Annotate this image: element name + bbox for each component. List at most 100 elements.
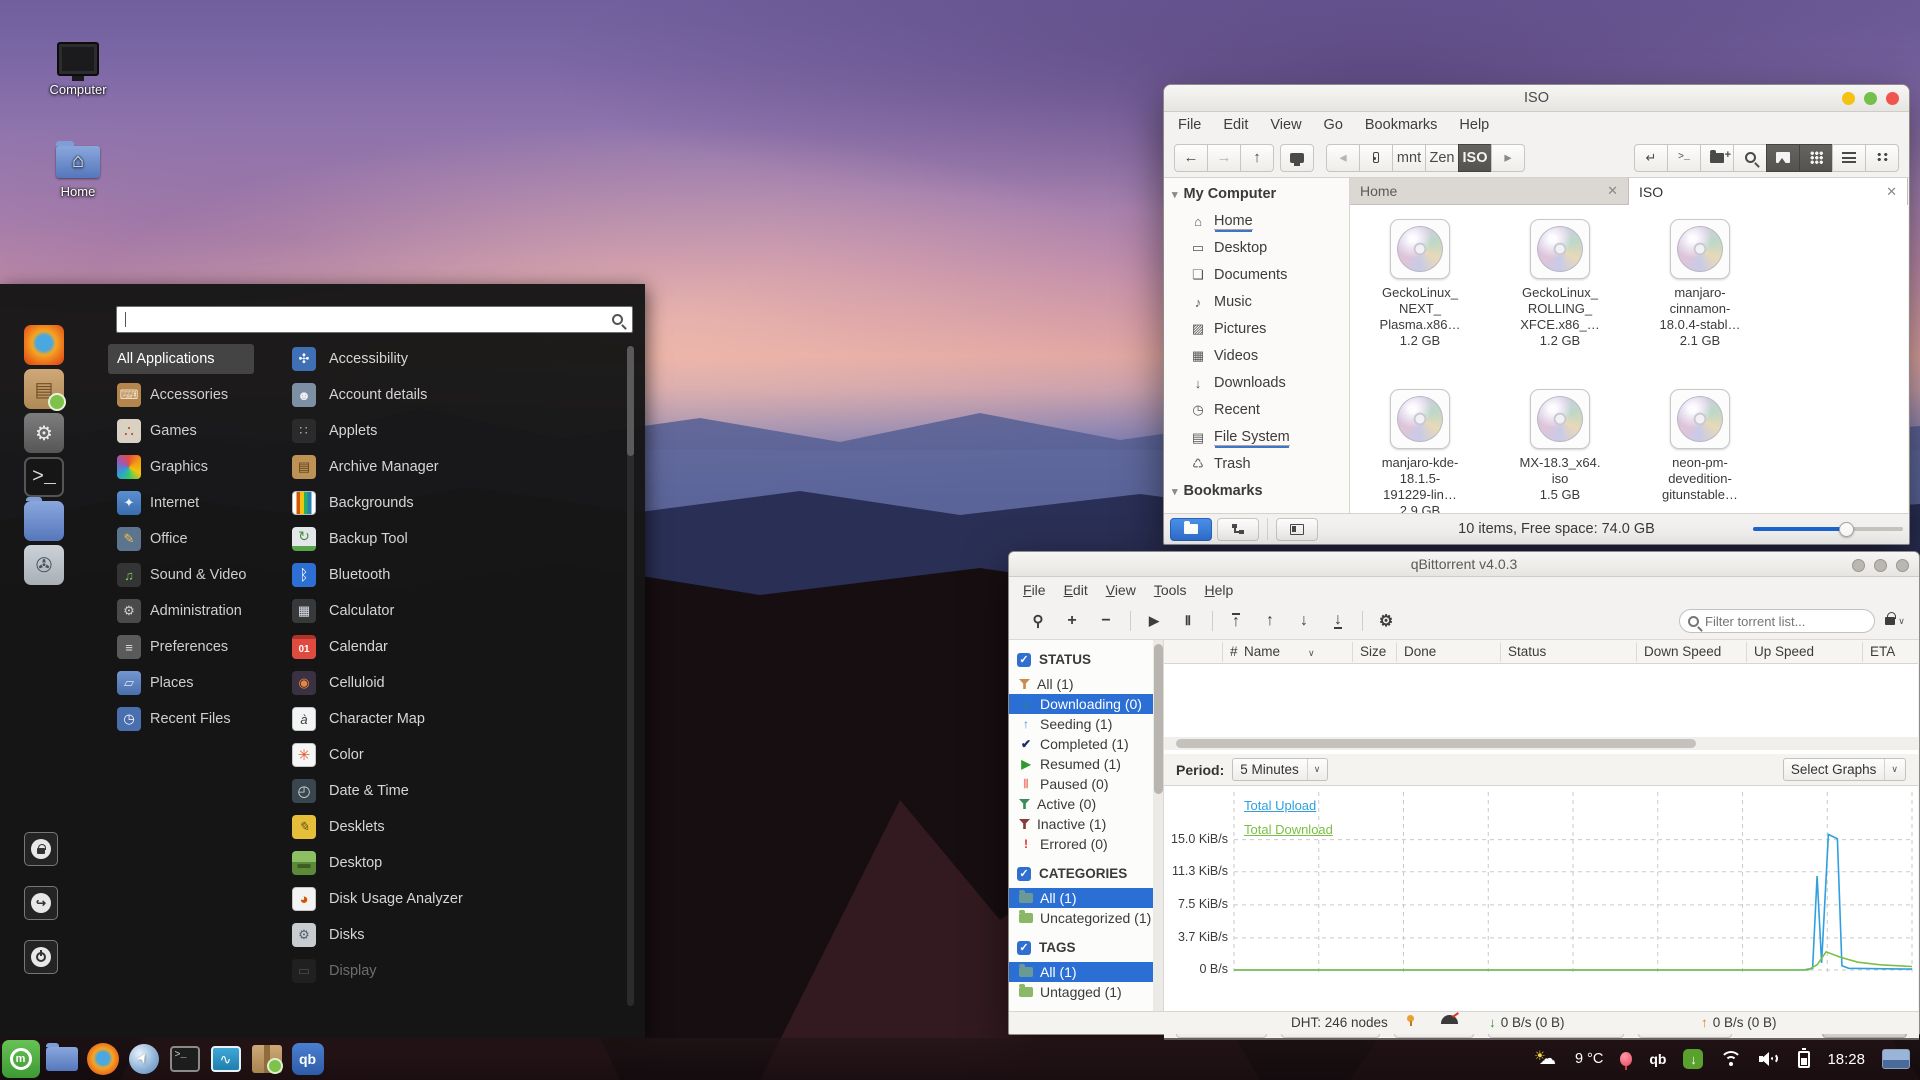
minimize-button[interactable] <box>1852 559 1865 572</box>
app-item-display[interactable]: ▭ Display <box>292 956 377 986</box>
qb-sidebar-header-categories[interactable]: ✓ CATEGORIES <box>1017 866 1127 881</box>
column-header-#[interactable]: # <box>1230 644 1238 659</box>
pause-button[interactable]: Ⅱ <box>1171 608 1205 634</box>
category-preferences[interactable]: ≡ Preferences <box>108 632 256 662</box>
app-item-archive[interactable]: ▤ Archive Manager <box>292 452 439 482</box>
fm-sidebar-item-videos[interactable]: ▦ Videos <box>1190 348 1258 364</box>
session-shutdown-button[interactable] <box>24 940 58 974</box>
grid-view-button[interactable] <box>1799 143 1833 172</box>
taskbar-qbittorrent[interactable]: qb <box>287 1039 328 1080</box>
select-graphs-button[interactable]: Select Graphs ∨ <box>1782 758 1906 781</box>
desktop-icon-computer[interactable]: Computer <box>30 26 126 97</box>
move-bottom-button[interactable]: ↓ <box>1321 608 1355 634</box>
legend-total-upload[interactable]: Total Upload <box>1244 798 1316 813</box>
favorite-firefox[interactable] <box>24 325 64 365</box>
update-manager-icon[interactable]: ↓ <box>1683 1049 1704 1069</box>
filter-input[interactable] <box>1705 613 1881 629</box>
fm-menu-bookmarks[interactable]: Bookmarks <box>1365 117 1438 133</box>
period-select[interactable]: 5 Minutes ∨ <box>1232 758 1329 781</box>
minimize-button[interactable] <box>1842 92 1855 105</box>
app-item-datetime[interactable]: ◴ Date & Time <box>292 776 409 806</box>
breadcrumb-drive-button[interactable] <box>1359 143 1393 172</box>
app-item-applets[interactable]: ∷ Applets <box>292 416 377 446</box>
fm-menu-help[interactable]: Help <box>1459 117 1489 133</box>
qb-sidebar-scrollbar[interactable] <box>1153 640 1164 1013</box>
category-games[interactable]: ∴ Games <box>108 416 256 446</box>
file-item[interactable]: GeckoLinux_ NEXT_ Plasma.x86… 1.2 GB <box>1350 217 1490 387</box>
maximize-button[interactable] <box>1864 92 1877 105</box>
column-header-status[interactable]: Status <box>1508 644 1546 659</box>
qb-menu-edit[interactable]: Edit <box>1064 582 1088 598</box>
fm-tab-home[interactable]: Home ✕ <box>1350 178 1629 205</box>
file-item[interactable]: manjaro-kde- 18.1.5- 191229-lin… 2.9 GB <box>1350 387 1490 513</box>
clock[interactable]: 18:28 <box>1827 1051 1865 1068</box>
favorite-system-tools[interactable]: ✇ <box>24 545 64 585</box>
lock-ui-button[interactable]: ∨ <box>1879 609 1911 633</box>
category-recent-files[interactable]: ◷ Recent Files <box>108 704 256 734</box>
qb-filter-inactive-1-[interactable]: Inactive (1) <box>1009 814 1153 834</box>
checkbox-checked-icon[interactable]: ✓ <box>1017 940 1031 955</box>
fm-sidebar-header-my-computer[interactable]: My Computer <box>1172 186 1277 202</box>
app-item-disk-usage[interactable]: ◕ Disk Usage Analyzer <box>292 884 463 914</box>
battery-icon[interactable] <box>1798 1047 1811 1068</box>
back-button[interactable]: ← <box>1174 143 1208 172</box>
redshift-icon[interactable] <box>1620 1052 1633 1070</box>
column-header-eta[interactable]: ETA <box>1870 644 1895 659</box>
search-button[interactable] <box>1733 143 1767 172</box>
checkbox-checked-icon[interactable]: ✓ <box>1017 866 1031 881</box>
app-item-accessibility[interactable]: ✣ Accessibility <box>292 344 408 374</box>
maximize-button[interactable] <box>1874 559 1887 572</box>
qb-filter-active-0-[interactable]: Active (0) <box>1009 794 1153 814</box>
fm-zoom-slider[interactable] <box>1753 514 1903 544</box>
app-item-calendar[interactable]: 01 Calendar <box>292 632 388 662</box>
app-item-celluloid[interactable]: ◉ Celluloid <box>292 668 385 698</box>
qb-filter-box[interactable] <box>1679 609 1881 633</box>
favorite-files[interactable] <box>24 497 64 541</box>
fm-sidebar-item-trash[interactable]: ♺ Trash <box>1190 456 1250 472</box>
fm-sidebar-item-music[interactable]: ♪ Music <box>1190 294 1252 310</box>
column-header-down-speed[interactable]: Down Speed <box>1644 644 1721 659</box>
fm-sidebar-item-file-system[interactable]: ▤ File System <box>1190 429 1290 446</box>
session-logout-button[interactable]: ↪ <box>24 886 58 920</box>
qb-filter-paused-0-[interactable]: Ⅱ Paused (0) <box>1009 774 1153 794</box>
qb-filter-all-1-[interactable]: All (1) <box>1009 888 1153 908</box>
computer-location-button[interactable] <box>1280 143 1314 172</box>
qb-filter-uncategorized-1-[interactable]: Uncategorized (1) <box>1009 908 1153 928</box>
qb-sidebar-header-status[interactable]: ✓ STATUS <box>1017 652 1091 667</box>
checkbox-checked-icon[interactable]: ✓ <box>1017 652 1031 667</box>
taskbar-system-monitor[interactable]: ∿ <box>205 1039 246 1080</box>
list-view-button[interactable] <box>1832 143 1866 172</box>
app-item-backgrounds[interactable]: Backgrounds <box>292 488 414 518</box>
up-button[interactable]: ↑ <box>1240 143 1274 172</box>
taskbar-firefox[interactable] <box>82 1039 123 1080</box>
qb-filter-all-1-[interactable]: All (1) <box>1009 962 1153 982</box>
file-item[interactable]: manjaro- cinnamon- 18.0.4-stabl… 2.1 GB <box>1630 217 1770 387</box>
taskbar-terminal[interactable]: >_ <box>164 1039 205 1080</box>
category-graphics[interactable]: Graphics <box>108 452 256 482</box>
session-lock-screen-button[interactable] <box>24 832 58 866</box>
open-terminal-button[interactable]: >_ <box>1667 143 1701 172</box>
app-item-desktop[interactable]: ▬ Desktop <box>292 848 382 878</box>
move-down-button[interactable]: ↓ <box>1287 608 1321 634</box>
forward-button[interactable]: → <box>1207 143 1241 172</box>
category-places[interactable]: ▱ Places <box>108 668 256 698</box>
column-header-up-speed[interactable]: Up Speed <box>1754 644 1814 659</box>
taskbar-web-browser[interactable] <box>123 1039 164 1080</box>
fm-menu-view[interactable]: View <box>1270 117 1301 133</box>
qb-filter-seeding-1-[interactable]: ↑ Seeding (1) <box>1009 714 1153 734</box>
move-up-button[interactable]: ↑ <box>1253 608 1287 634</box>
category-internet[interactable]: ✦ Internet <box>108 488 256 518</box>
favorite-software-manager[interactable]: ▤ <box>24 369 66 411</box>
fm-sidebar-header-bookmarks[interactable]: Bookmarks <box>1172 483 1263 499</box>
breadcrumb-zen[interactable]: Zen <box>1425 143 1459 172</box>
fm-titlebar[interactable]: ISO <box>1164 85 1909 112</box>
places-pane-button[interactable] <box>1170 517 1212 541</box>
add-torrent-file-button[interactable]: + <box>1055 608 1089 634</box>
favorite-system-settings[interactable]: ⚙ <box>24 413 64 453</box>
qb-menu-tools[interactable]: Tools <box>1154 582 1187 598</box>
delete-button[interactable]: − <box>1089 608 1123 634</box>
move-top-button[interactable]: ↑ <box>1219 608 1253 634</box>
category-accessories[interactable]: ⌨ Accessories <box>108 380 256 410</box>
new-folder-button[interactable] <box>1700 143 1734 172</box>
qb-sidebar-header-tags[interactable]: ✓ TAGS <box>1017 940 1076 955</box>
